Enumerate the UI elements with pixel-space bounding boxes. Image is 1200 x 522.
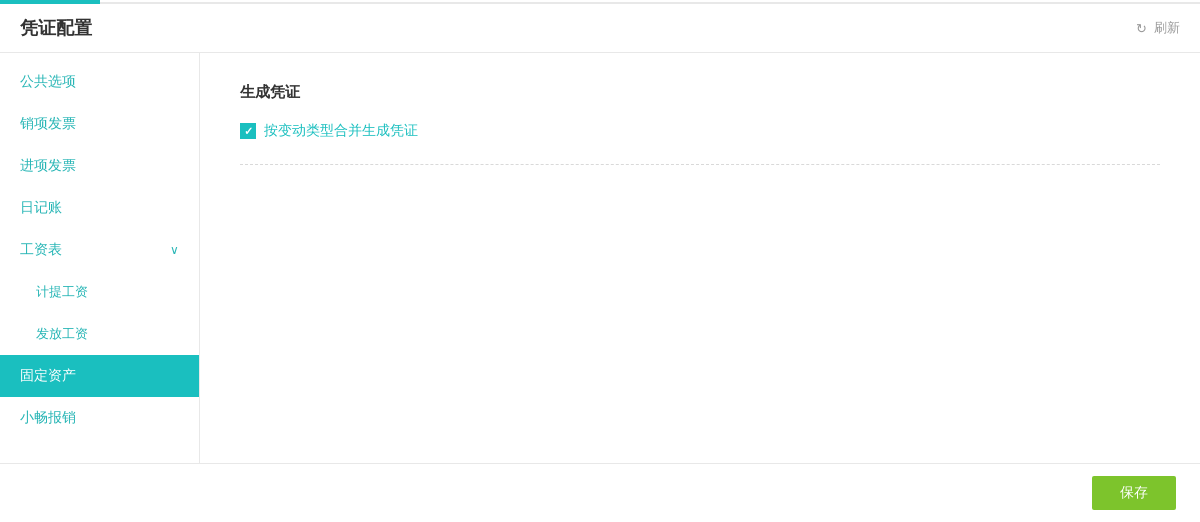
sidebar-item-label: 日记账 xyxy=(20,199,62,217)
sidebar-item-journal[interactable]: 日记账 xyxy=(0,187,199,229)
main-content: 生成凭证 按变动类型合并生成凭证 xyxy=(200,53,1200,463)
sidebar-item-pay-salary[interactable]: 发放工资 xyxy=(0,313,199,355)
sidebar-item-label: 工资表 xyxy=(20,241,62,259)
page-title: 凭证配置 xyxy=(20,16,92,40)
sidebar-item-fixed-assets[interactable]: 固定资产 xyxy=(0,355,199,397)
sidebar-item-payroll[interactable]: 工资表 ∨ xyxy=(0,229,199,271)
sidebar-item-purchase-invoice[interactable]: 进项发票 xyxy=(0,145,199,187)
sidebar-item-calc-salary[interactable]: 计提工资 xyxy=(0,271,199,313)
page-wrapper: 凭证配置 ↻ 刷新 公共选项 销项发票 进项发票 日记账 工资表 ∨ xyxy=(0,0,1200,522)
checkbox-label[interactable]: 按变动类型合并生成凭证 xyxy=(264,122,418,140)
refresh-icon: ↻ xyxy=(1136,21,1150,35)
header: 凭证配置 ↻ 刷新 xyxy=(0,4,1200,53)
sidebar-item-label: 小畅报销 xyxy=(20,409,76,427)
sidebar-item-label: 计提工资 xyxy=(36,283,88,301)
footer: 保存 xyxy=(0,463,1200,522)
sidebar-item-label: 发放工资 xyxy=(36,325,88,343)
sidebar-item-label: 固定资产 xyxy=(20,367,76,385)
checkbox-row: 按变动类型合并生成凭证 xyxy=(240,122,1160,140)
sidebar: 公共选项 销项发票 进项发票 日记账 工资表 ∨ 计提工资 发放工资 固定资 xyxy=(0,53,200,463)
sidebar-item-label: 进项发票 xyxy=(20,157,76,175)
sidebar-item-expense[interactable]: 小畅报销 xyxy=(0,397,199,439)
sidebar-item-label: 销项发票 xyxy=(20,115,76,133)
sidebar-item-sales-invoice[interactable]: 销项发票 xyxy=(0,103,199,145)
chevron-down-icon: ∨ xyxy=(170,243,179,257)
refresh-button[interactable]: ↻ 刷新 xyxy=(1136,19,1180,37)
sidebar-item-public[interactable]: 公共选项 xyxy=(0,61,199,103)
body: 公共选项 销项发票 进项发票 日记账 工资表 ∨ 计提工资 发放工资 固定资 xyxy=(0,53,1200,463)
save-button[interactable]: 保存 xyxy=(1092,476,1176,510)
sidebar-item-label: 公共选项 xyxy=(20,73,76,91)
section-divider xyxy=(240,164,1160,165)
section-title: 生成凭证 xyxy=(240,83,1160,102)
merge-checkbox[interactable] xyxy=(240,123,256,139)
refresh-label: 刷新 xyxy=(1154,19,1180,37)
